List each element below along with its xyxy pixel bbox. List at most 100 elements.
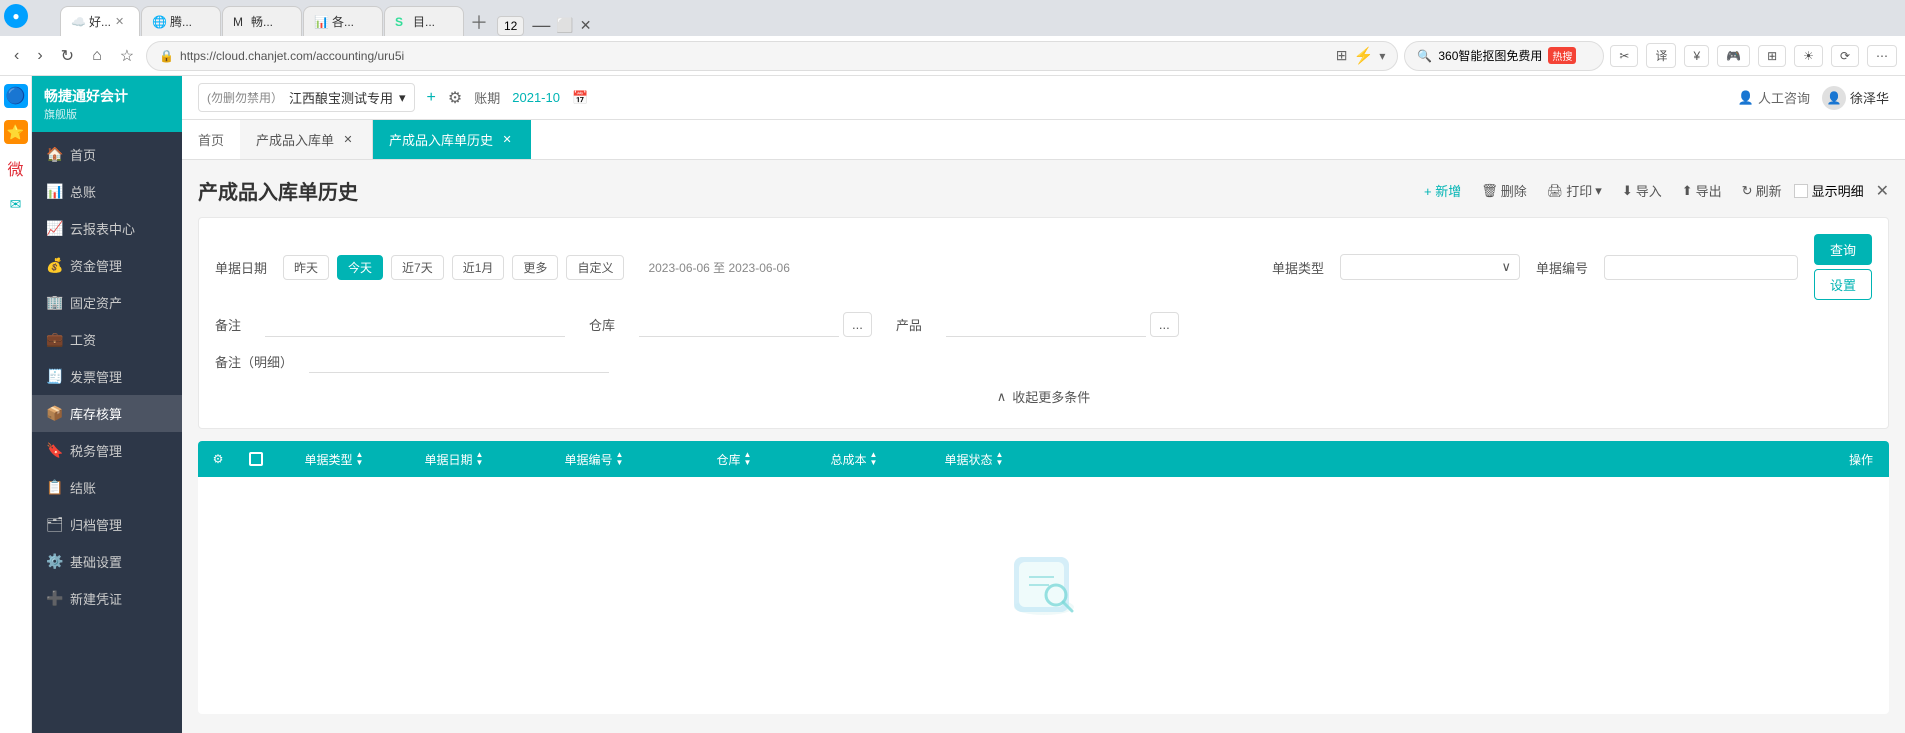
company-selector[interactable]: (勿删勿禁用） 江西酿宝测试专用 ▾	[198, 83, 415, 112]
sidebar-item-checkout[interactable]: 📋 结账	[32, 469, 182, 506]
breadcrumb-history-tab[interactable]: 产成品入库单历史 ✕	[373, 120, 531, 159]
search-bar[interactable]: 🔍 360智能抠图免费用 热搜	[1404, 41, 1604, 71]
sync-btn[interactable]: ⟳	[1831, 45, 1859, 67]
month1-btn[interactable]: 近1月	[452, 255, 505, 280]
num-input[interactable]	[1604, 255, 1798, 280]
calendar-icon[interactable]: 📅	[572, 90, 588, 106]
tab-new-button[interactable]: ＋	[465, 8, 493, 36]
th-date[interactable]: 单据日期 ▲▼	[394, 451, 514, 468]
remark-label: 备注	[215, 315, 241, 334]
tab-chang[interactable]: M 畅...	[222, 6, 302, 36]
panel-close-btn[interactable]: ✕	[1876, 181, 1889, 201]
remark-input[interactable]	[265, 313, 565, 337]
minimize-btn[interactable]: —	[532, 15, 550, 36]
sidebar-item-funds[interactable]: 💰 资金管理	[32, 247, 182, 284]
th-cost-label: 总成本	[831, 451, 867, 468]
product-input[interactable]	[946, 313, 1146, 337]
add-btn[interactable]: + 新增	[1416, 177, 1469, 204]
import-btn[interactable]: ⬇ 导入	[1614, 177, 1670, 204]
delete-btn[interactable]: 🗑 删除	[1473, 177, 1535, 204]
sidebar-item-inventory[interactable]: 📦 库存核算	[32, 395, 182, 432]
product-label: 产品	[896, 315, 922, 334]
print-btn[interactable]: 🖨 打印 ▾	[1539, 177, 1610, 204]
dropdown-icon[interactable]: ▾	[1379, 49, 1385, 63]
sidebar-item-invoice[interactable]: 🧾 发票管理	[32, 358, 182, 395]
type-select[interactable]: ∨	[1340, 254, 1520, 280]
week7-btn[interactable]: 近7天	[391, 255, 444, 280]
more-date-btn[interactable]: 更多	[512, 255, 558, 280]
add-company-btn[interactable]: +	[427, 89, 436, 107]
detail-remark-input[interactable]	[309, 349, 609, 373]
tab-active[interactable]: ☁️ 好... ✕	[60, 6, 140, 36]
close-btn[interactable]: ✕	[580, 17, 592, 34]
app-icon-orange[interactable]: ⭐	[4, 120, 28, 144]
sidebar-label-ledger: 总账	[70, 182, 96, 201]
tab-count[interactable]: 12	[497, 16, 524, 36]
th-num[interactable]: 单据编号 ▲▼	[514, 451, 674, 468]
email-icon: ✉	[10, 196, 22, 213]
home-button[interactable]: ⌂	[86, 43, 108, 69]
sidebar-item-archive[interactable]: 🗂 归档管理	[32, 506, 182, 543]
translate-btn[interactable]: 译	[1646, 43, 1676, 68]
query-btn[interactable]: 查询	[1814, 234, 1872, 265]
tab-mu[interactable]: S 目...	[384, 6, 464, 36]
user-avatar-area[interactable]: 👤 徐泽华	[1822, 86, 1889, 110]
refresh-button[interactable]: ↻	[55, 42, 80, 70]
tab-close[interactable]: ✕	[115, 15, 124, 28]
sidebar-item-basic[interactable]: ⚙️ 基础设置	[32, 543, 182, 580]
lightning-icon: ⚡	[1353, 46, 1373, 66]
warehouse-ellipsis[interactable]: ...	[843, 312, 872, 337]
th-status[interactable]: 单据状态 ▲▼	[914, 451, 1034, 468]
sidebar-item-reports[interactable]: 📈 云报表中心	[32, 210, 182, 247]
custom-date-btn[interactable]: 自定义	[566, 255, 624, 280]
app-icon-email[interactable]: ✉	[4, 192, 28, 216]
more-btn[interactable]: ⋯	[1867, 45, 1897, 67]
theme-btn[interactable]: ☀	[1794, 45, 1823, 67]
warehouse-input[interactable]	[639, 313, 839, 337]
tab-tencent[interactable]: 🌐 腾...	[141, 6, 221, 36]
bookmark-button[interactable]: ☆	[114, 42, 140, 70]
currency-btn[interactable]: ¥	[1684, 45, 1709, 67]
header-checkbox[interactable]	[249, 452, 263, 466]
th-settings[interactable]: ⚙	[198, 452, 238, 466]
filter-settings-btn[interactable]: 设置	[1814, 269, 1872, 300]
breadcrumb-list-tab[interactable]: 产成品入库单 ✕	[240, 120, 373, 159]
product-ellipsis[interactable]: ...	[1150, 312, 1179, 337]
export-btn[interactable]: ⬆ 导出	[1674, 177, 1730, 204]
sidebar-item-assets[interactable]: 🏢 固定资产	[32, 284, 182, 321]
th-date-label: 单据日期	[425, 451, 473, 468]
scissors-btn[interactable]: ✂	[1610, 45, 1638, 67]
sidebar-item-ledger[interactable]: 📊 总账	[32, 173, 182, 210]
show-detail-checkbox[interactable]	[1794, 184, 1808, 198]
app-icon-main[interactable]: 🔵	[4, 84, 28, 108]
app-icon-weibo[interactable]: 微	[4, 156, 28, 180]
grid-icon: ⊞	[1336, 47, 1348, 64]
sidebar-item-salary[interactable]: 💼 工资	[32, 321, 182, 358]
history-tab-close[interactable]: ✕	[499, 132, 515, 148]
grid-btn[interactable]: ⊞	[1758, 45, 1786, 67]
back-button[interactable]: ‹	[8, 43, 25, 69]
sidebar-item-newbill[interactable]: ➕ 新建凭证	[32, 580, 182, 617]
th-cost[interactable]: 总成本 ▲▼	[794, 451, 914, 468]
today-btn[interactable]: 今天	[337, 255, 383, 280]
th-type[interactable]: 单据类型 ▲▼	[274, 451, 394, 468]
settings-gear-btn[interactable]: ⚙	[448, 88, 462, 108]
game-btn[interactable]: 🎮	[1717, 45, 1750, 67]
tab-ge[interactable]: 📊 各...	[303, 6, 383, 36]
th-checkbox[interactable]	[238, 452, 274, 466]
user-service-btn[interactable]: 👤 人工咨询	[1738, 88, 1810, 107]
sidebar-item-tax[interactable]: 🔖 税务管理	[32, 432, 182, 469]
restore-btn[interactable]: ⬜	[556, 17, 573, 34]
yesterday-btn[interactable]: 昨天	[283, 255, 329, 280]
list-tab-close[interactable]: ✕	[340, 132, 356, 148]
address-bar[interactable]: 🔒 https://cloud.chanjet.com/accounting/u…	[146, 41, 1398, 71]
checkout-icon: 📋	[46, 479, 62, 496]
breadcrumb-home[interactable]: 首页	[182, 120, 240, 159]
window-controls: — ⬜ ✕	[532, 15, 591, 36]
sidebar-item-home[interactable]: 🏠 首页	[32, 136, 182, 173]
forward-button[interactable]: ›	[31, 43, 48, 69]
th-warehouse[interactable]: 仓库 ▲▼	[674, 451, 794, 468]
collapse-btn[interactable]: ∧ 收起更多条件	[215, 381, 1872, 412]
refresh-btn[interactable]: ↻ 刷新	[1734, 177, 1790, 204]
sidebar-sub: 旗舰版	[44, 106, 170, 122]
